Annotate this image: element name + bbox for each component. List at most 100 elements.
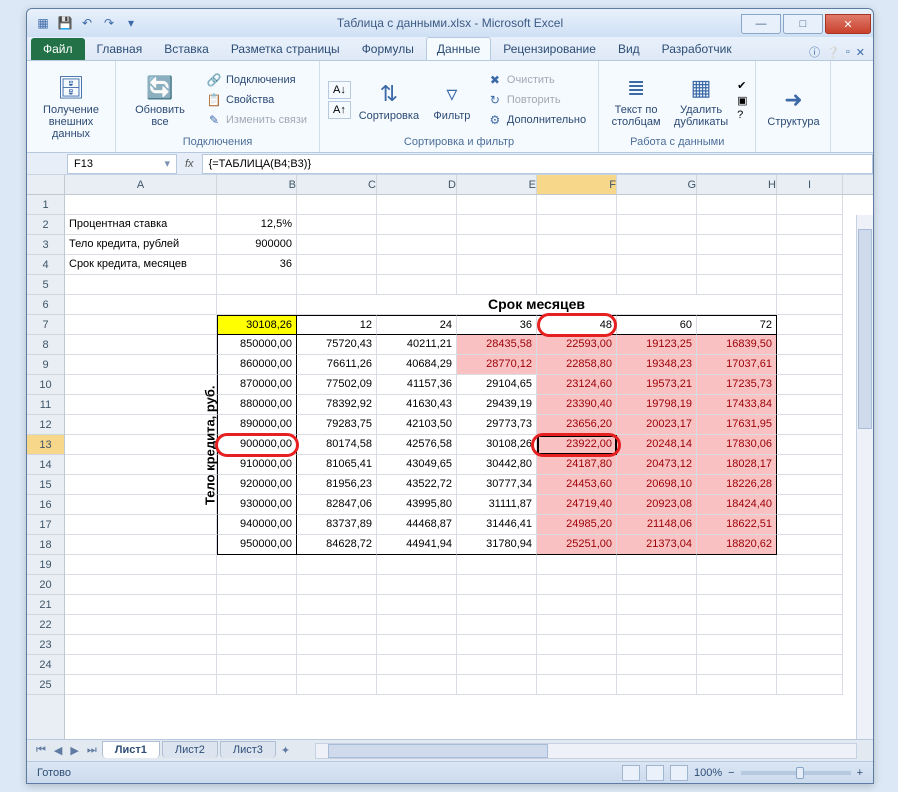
qat-dropdown-icon[interactable]: ▾ xyxy=(123,15,139,31)
cell[interactable] xyxy=(777,295,843,315)
zoom-thumb[interactable] xyxy=(796,767,804,779)
cell[interactable] xyxy=(377,635,457,655)
cell[interactable] xyxy=(65,315,217,335)
cell[interactable] xyxy=(297,655,377,675)
whatif-icon[interactable]: ? xyxy=(737,109,747,121)
cell[interactable] xyxy=(777,615,843,635)
cell[interactable] xyxy=(65,395,217,415)
cell[interactable] xyxy=(777,335,843,355)
tab-data[interactable]: Данные xyxy=(426,37,491,60)
cell[interactable] xyxy=(65,615,217,635)
row-24[interactable]: 24 xyxy=(27,655,64,675)
cell[interactable] xyxy=(377,235,457,255)
sheet-tab-3[interactable]: Лист3 xyxy=(220,741,276,758)
cell[interactable] xyxy=(617,255,697,275)
tab-view[interactable]: Вид xyxy=(608,38,650,60)
cell[interactable]: 870000,00 xyxy=(217,375,297,395)
cell[interactable] xyxy=(537,195,617,215)
consolidate-icon[interactable]: ▣ xyxy=(737,94,747,107)
cell[interactable] xyxy=(377,675,457,695)
cell[interactable]: 76611,26 xyxy=(297,355,377,375)
cell[interactable]: 82847,06 xyxy=(297,495,377,515)
cell[interactable]: Срок кредита, месяцев xyxy=(65,255,217,275)
col-F[interactable]: F xyxy=(537,175,617,194)
cell[interactable] xyxy=(777,455,843,475)
refresh-all-button[interactable]: 🔄 Обновить все xyxy=(124,65,196,134)
row-19[interactable]: 19 xyxy=(27,555,64,575)
cell[interactable] xyxy=(297,235,377,255)
cell[interactable] xyxy=(65,415,217,435)
cell[interactable]: 41157,36 xyxy=(377,375,457,395)
cell[interactable] xyxy=(617,655,697,675)
cell[interactable]: 930000,00 xyxy=(217,495,297,515)
cell[interactable]: 16839,50 xyxy=(697,335,777,355)
cell[interactable] xyxy=(457,615,537,635)
cell[interactable]: 860000,00 xyxy=(217,355,297,375)
cell[interactable] xyxy=(65,535,217,555)
cell[interactable] xyxy=(297,555,377,575)
cell[interactable]: 40684,29 xyxy=(377,355,457,375)
cell[interactable] xyxy=(777,215,843,235)
row-7[interactable]: 7 xyxy=(27,315,64,335)
cell[interactable]: 18424,40 xyxy=(697,495,777,515)
row-18[interactable]: 18 xyxy=(27,535,64,555)
filter-button[interactable]: ▿ Фильтр xyxy=(427,65,477,134)
clear-filter-button[interactable]: ✖Очистить xyxy=(483,71,590,89)
cell[interactable]: 30777,34 xyxy=(457,475,537,495)
cell[interactable] xyxy=(65,435,217,455)
cell[interactable]: 19798,19 xyxy=(617,395,697,415)
cell[interactable] xyxy=(777,255,843,275)
sort-desc-icon[interactable]: A↑ xyxy=(328,101,351,119)
cell[interactable] xyxy=(457,655,537,675)
cell[interactable] xyxy=(377,555,457,575)
cell[interactable]: 29439,19 xyxy=(457,395,537,415)
cell[interactable] xyxy=(217,615,297,635)
reapply-button[interactable]: ↻Повторить xyxy=(483,91,590,109)
next-sheet-icon[interactable]: ▶ xyxy=(67,744,81,757)
cell[interactable]: 31446,41 xyxy=(457,515,537,535)
cell[interactable] xyxy=(65,595,217,615)
cell[interactable] xyxy=(457,195,537,215)
undo-icon[interactable]: ↶ xyxy=(79,15,95,31)
cell[interactable]: 42103,50 xyxy=(377,415,457,435)
cell[interactable] xyxy=(457,595,537,615)
cell[interactable] xyxy=(457,635,537,655)
cell[interactable] xyxy=(697,635,777,655)
cell[interactable] xyxy=(65,675,217,695)
cell[interactable] xyxy=(217,635,297,655)
cell[interactable] xyxy=(617,575,697,595)
cell[interactable] xyxy=(777,535,843,555)
tab-developer[interactable]: Разработчик xyxy=(652,38,742,60)
break-view-button[interactable] xyxy=(670,765,688,781)
cell[interactable]: 17830,06 xyxy=(697,435,777,455)
tab-home[interactable]: Главная xyxy=(87,38,153,60)
cell[interactable] xyxy=(65,375,217,395)
cell[interactable] xyxy=(537,595,617,615)
cell[interactable] xyxy=(537,275,617,295)
cell[interactable] xyxy=(617,235,697,255)
cell[interactable]: 43522,72 xyxy=(377,475,457,495)
cell[interactable]: 21373,04 xyxy=(617,535,697,555)
cell[interactable] xyxy=(65,575,217,595)
cell[interactable] xyxy=(217,295,297,315)
row-9[interactable]: 9 xyxy=(27,355,64,375)
cell[interactable] xyxy=(777,355,843,375)
cell[interactable] xyxy=(377,195,457,215)
cell[interactable]: 880000,00 xyxy=(217,395,297,415)
cell[interactable] xyxy=(697,195,777,215)
outline-button[interactable]: ➜ Структура xyxy=(764,65,822,146)
cell[interactable] xyxy=(377,655,457,675)
cell[interactable] xyxy=(777,415,843,435)
tab-insert[interactable]: Вставка xyxy=(154,38,219,60)
cell[interactable] xyxy=(697,235,777,255)
zoom-in-icon[interactable]: + xyxy=(857,767,863,779)
cell[interactable]: 42576,58 xyxy=(377,435,457,455)
cell[interactable]: 44468,87 xyxy=(377,515,457,535)
cell[interactable]: 23656,20 xyxy=(537,415,617,435)
cell[interactable] xyxy=(457,555,537,575)
text-to-columns-button[interactable]: ≣ Текст по столбцам xyxy=(607,65,665,134)
cell[interactable] xyxy=(297,615,377,635)
cell[interactable] xyxy=(777,275,843,295)
cell[interactable]: 43995,80 xyxy=(377,495,457,515)
col-E[interactable]: E xyxy=(457,175,537,194)
